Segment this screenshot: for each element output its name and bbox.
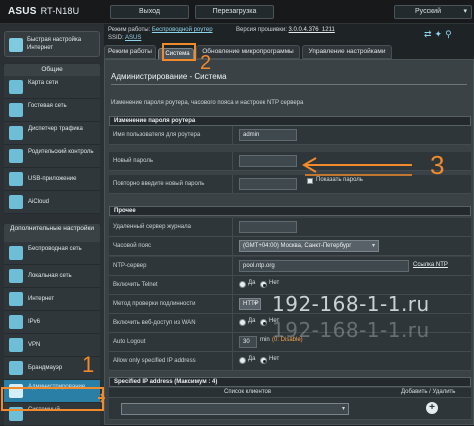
annotation-overlay [1,43,412,411]
tab-highlight-box [162,43,196,61]
sidebar-highlight-box [1,387,104,411]
annotation-arrow-icon [98,393,106,403]
